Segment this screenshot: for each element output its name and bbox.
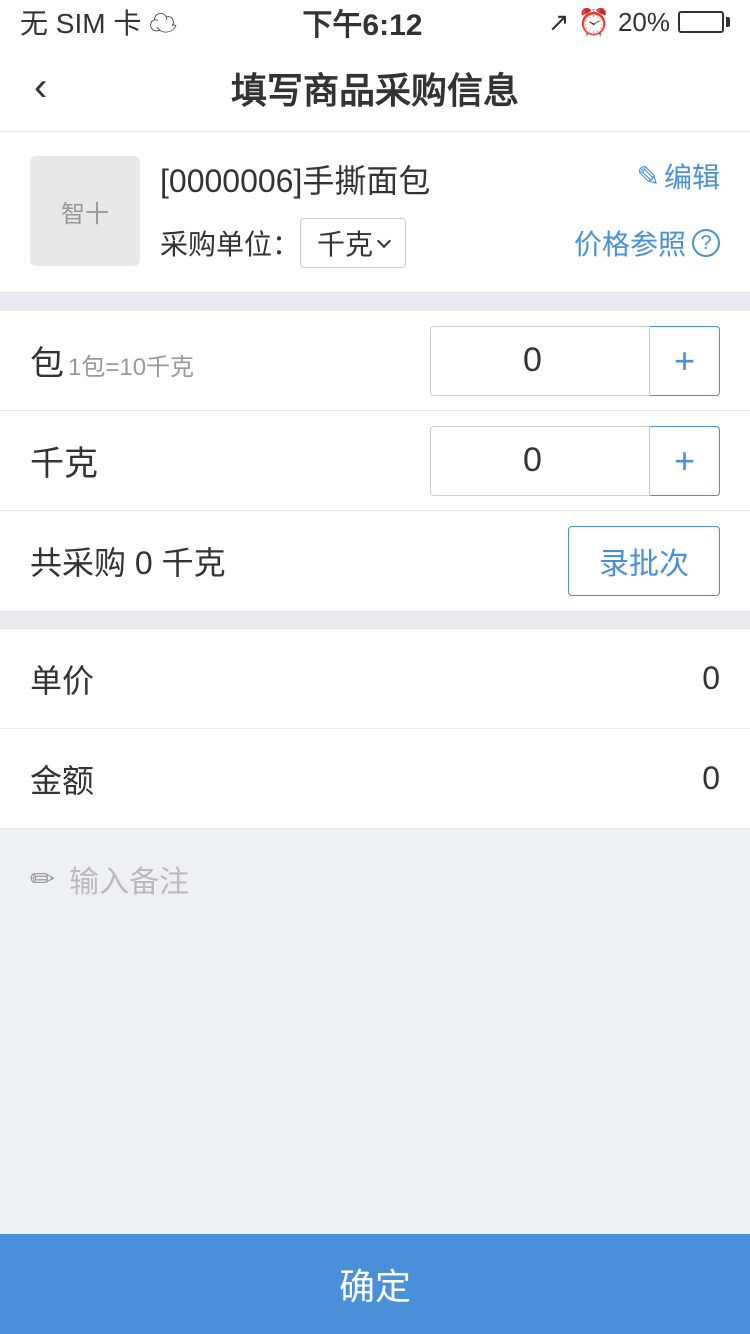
product-card: 智十 [0000006]手撕面包 ✎ 编辑 采购单位： 千克 价格参照 ? [0, 132, 750, 293]
sim-label: 无 SIM 卡 ☁ [20, 2, 177, 42]
section-divider-1 [0, 293, 750, 311]
form-row-pack: 包1包=10千克 + [0, 311, 750, 411]
nav-bar: ‹ 填写商品采购信息 [0, 44, 750, 132]
amount-label: 金额 [30, 756, 94, 802]
chevron-down-icon [377, 234, 391, 248]
total-row: 共采购 0 千克 录批次 [0, 511, 750, 611]
location-icon: ↗ [548, 7, 570, 38]
battery-icon [678, 11, 730, 33]
edit-label: 编辑 [664, 156, 720, 196]
product-top-row: [0000006]手撕面包 ✎ 编辑 [160, 156, 720, 202]
unit-price-row: 单价 0 [0, 629, 750, 729]
status-time: 下午6:12 [302, 0, 422, 44]
unit-price-value: 0 [702, 660, 720, 697]
pack-plus-button[interactable]: + [650, 326, 720, 396]
kg-label: 千克 [30, 436, 160, 485]
help-icon: ? [692, 229, 720, 257]
alarm-icon: ⏰ [578, 7, 610, 38]
product-image-placeholder: 智十 [61, 194, 109, 229]
kg-input[interactable] [430, 426, 650, 496]
pack-sublabel: 1包=10千克 [68, 354, 194, 381]
confirm-bar[interactable]: 确定 [0, 1234, 750, 1334]
pack-label: 包1包=10千克 [30, 336, 194, 385]
product-unit-row: 采购单位： 千克 价格参照 ? [160, 218, 720, 268]
product-name: [0000006]手撕面包 [160, 156, 430, 202]
pack-input-group: + [194, 326, 720, 396]
price-ref-label: 价格参照 [574, 223, 686, 263]
confirm-button-label: 确定 [339, 1258, 411, 1310]
amount-value: 0 [702, 760, 720, 797]
product-image: 智十 [30, 156, 140, 266]
status-bar: 无 SIM 卡 ☁ 下午6:12 ↗ ⏰ 20% [0, 0, 750, 44]
back-button[interactable]: ‹ [24, 55, 57, 120]
unit-select[interactable]: 千克 [300, 218, 406, 268]
status-right: ↗ ⏰ 20% [548, 7, 730, 38]
status-left: 无 SIM 卡 ☁ [20, 2, 177, 42]
form-section: 包1包=10千克 + 千克 + [0, 311, 750, 511]
battery-percent: 20% [618, 7, 670, 38]
total-label: 共采购 0 千克 [30, 538, 226, 584]
section-divider-2 [0, 611, 750, 629]
bottom-area [0, 929, 750, 1269]
unit-label: 采购单位： [160, 223, 300, 263]
page-title: 填写商品采购信息 [231, 62, 519, 114]
kg-plus-button[interactable]: + [650, 426, 720, 496]
product-info: [0000006]手撕面包 ✎ 编辑 采购单位： 千克 价格参照 ? [160, 156, 720, 268]
kg-input-group: + [160, 426, 720, 496]
unit-selector-group: 采购单位： 千克 [160, 218, 406, 268]
price-section: 单价 0 金额 0 [0, 629, 750, 829]
notes-placeholder: 输入备注 [69, 857, 189, 901]
batch-button[interactable]: 录批次 [568, 526, 720, 596]
pack-input[interactable] [430, 326, 650, 396]
notes-pencil-icon: ✏ [30, 862, 55, 897]
notes-section[interactable]: ✏ 输入备注 [0, 829, 750, 929]
price-ref-button[interactable]: 价格参照 ? [574, 223, 720, 263]
form-row-kg: 千克 + [0, 411, 750, 511]
edit-icon: ✎ [637, 160, 660, 193]
amount-row: 金额 0 [0, 729, 750, 829]
unit-price-label: 单价 [30, 656, 94, 702]
unit-value: 千克 [317, 223, 373, 263]
edit-button[interactable]: ✎ 编辑 [637, 156, 720, 196]
